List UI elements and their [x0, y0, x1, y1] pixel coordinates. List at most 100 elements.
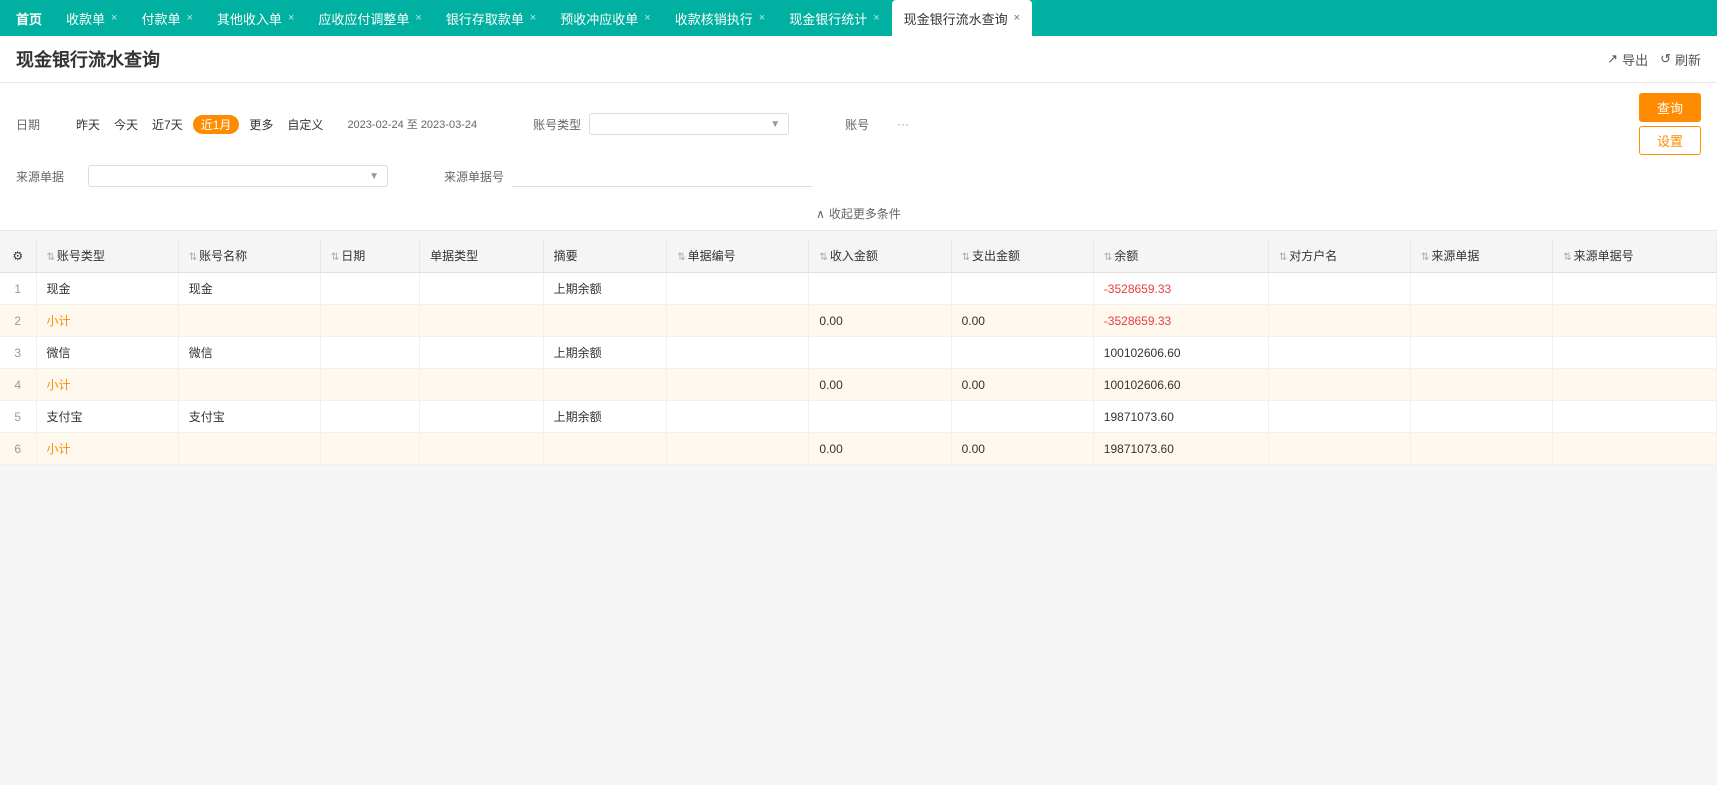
cell-balance: 100102606.60 [1093, 337, 1268, 369]
nav-tab-付款单[interactable]: 付款单× [129, 0, 204, 36]
sort-icon-source_doc_no: ⇅ [1563, 252, 1571, 263]
tab-label: 现金银行统计 [789, 9, 867, 28]
cell-source_doc [1411, 273, 1553, 305]
query-button[interactable]: 查询 [1639, 93, 1701, 122]
cell-summary: 上期余额 [543, 337, 667, 369]
col-source_doc_no[interactable]: ⇅来源单据号 [1553, 239, 1717, 273]
tab-label: 应收应付调整单 [318, 9, 409, 28]
cell-expense: 0.00 [951, 305, 1093, 337]
collapse-icon: ∧ [816, 207, 825, 221]
col-settings: ⚙ [0, 239, 36, 273]
cell-account_name: 现金 [178, 273, 320, 305]
export-label: 导出 [1622, 50, 1648, 69]
tab-label: 现金银行流水查询 [904, 9, 1008, 28]
nav-tab-应收应付调整单[interactable]: 应收应付调整单 × [306, 0, 433, 36]
account-type-arrow-icon: ▼ [770, 119, 780, 130]
col-expense[interactable]: ⇅支出金额 [951, 239, 1093, 273]
account-dots[interactable]: ··· [893, 117, 913, 131]
nav-tab-银行存取款单[interactable]: 银行存取款单× [434, 0, 548, 36]
cell-account_name [178, 369, 320, 401]
tab-close-icon[interactable]: × [644, 12, 650, 24]
refresh-button[interactable]: ↺ 刷新 [1660, 50, 1701, 69]
cell-counterparty [1268, 273, 1410, 305]
cell-account_type: 现金 [36, 273, 178, 305]
cell-date [320, 337, 419, 369]
cell-counterparty [1268, 369, 1410, 401]
date-shortcut-近7天[interactable]: 近7天 [148, 115, 187, 134]
nav-tab-收款单[interactable]: 收款单× [54, 0, 129, 36]
source-doc-label: 来源单据 [16, 168, 72, 185]
cell-account_type: 支付宝 [36, 401, 178, 433]
cell-doc_type [420, 305, 544, 337]
col-doc_type: 单据类型 [420, 239, 544, 273]
source-doc-no-input[interactable] [512, 165, 812, 187]
col-source_doc[interactable]: ⇅来源单据 [1411, 239, 1553, 273]
filter-area: 日期 昨天今天近7天近1月更多自定义 2023-02-24 至 2023-03-… [0, 83, 1717, 231]
table-container: ⚙⇅账号类型⇅账号名称⇅日期单据类型摘要⇅单据编号⇅收入金额⇅支出金额⇅余额⇅对… [0, 239, 1717, 465]
export-button[interactable]: ↗ 导出 [1607, 50, 1648, 69]
cell-index: 3 [0, 337, 36, 369]
date-shortcut-自定义[interactable]: 自定义 [283, 115, 327, 134]
nav-tab-现金银行统计[interactable]: 现金银行统计 × [777, 0, 891, 36]
account-label: 账号 [845, 116, 885, 133]
tab-close-icon[interactable]: × [759, 12, 765, 24]
col-account_name[interactable]: ⇅账号名称 [178, 239, 320, 273]
table-row: 3微信微信上期余额100102606.60 [0, 337, 1717, 369]
refresh-label: 刷新 [1675, 50, 1701, 69]
cell-balance: 19871073.60 [1093, 433, 1268, 465]
tab-label: 预收冲应收单 [560, 9, 638, 28]
cell-source_doc_no [1553, 401, 1717, 433]
cell-account_name [178, 305, 320, 337]
cell-source_doc_no [1553, 337, 1717, 369]
tab-close-icon[interactable]: × [111, 12, 117, 24]
tab-close-icon[interactable]: × [873, 12, 879, 24]
cell-doc_no [667, 305, 809, 337]
nav-home[interactable]: 首页 [4, 0, 54, 36]
account-type-select[interactable]: ▼ [589, 113, 789, 135]
date-shortcut-昨天[interactable]: 昨天 [72, 115, 104, 134]
col-doc_no[interactable]: ⇅单据编号 [667, 239, 809, 273]
cell-doc_type [420, 401, 544, 433]
tab-close-icon[interactable]: × [186, 12, 192, 24]
settings-button[interactable]: 设置 [1639, 126, 1701, 155]
cell-counterparty [1268, 433, 1410, 465]
cell-income [809, 273, 951, 305]
cell-account_name: 支付宝 [178, 401, 320, 433]
cell-source_doc_no [1553, 273, 1717, 305]
nav-home-label: 首页 [16, 9, 42, 28]
col-income[interactable]: ⇅收入金额 [809, 239, 951, 273]
sort-icon-income: ⇅ [819, 252, 827, 263]
tab-close-icon[interactable]: × [530, 12, 536, 24]
col-summary: 摘要 [543, 239, 667, 273]
date-shortcut-更多[interactable]: 更多 [245, 115, 277, 134]
col-date[interactable]: ⇅日期 [320, 239, 419, 273]
cell-account_type: 微信 [36, 337, 178, 369]
cell-summary [543, 369, 667, 401]
tab-close-icon[interactable]: × [288, 12, 294, 24]
sort-icon-balance: ⇅ [1104, 252, 1112, 263]
nav-tab-收款核销执行[interactable]: 收款核销执行× [663, 0, 777, 36]
nav-tab-预收冲应收单[interactable]: 预收冲应收单 × [548, 0, 662, 36]
source-doc-select[interactable]: ▼ [88, 165, 388, 187]
date-shortcut-近1月[interactable]: 近1月 [193, 115, 240, 134]
tab-close-icon[interactable]: × [1014, 12, 1020, 24]
col-balance[interactable]: ⇅余额 [1093, 239, 1268, 273]
tab-close-icon[interactable]: × [415, 12, 421, 24]
cell-expense: 0.00 [951, 369, 1093, 401]
filter-row-2: 来源单据 ▼ 来源单据号 [16, 165, 1701, 191]
cell-expense [951, 337, 1093, 369]
main-table: ⚙⇅账号类型⇅账号名称⇅日期单据类型摘要⇅单据编号⇅收入金额⇅支出金额⇅余额⇅对… [0, 239, 1717, 465]
nav-tab-其他收入单[interactable]: 其他收入单× [205, 0, 306, 36]
sort-icon-account_type: ⇅ [47, 252, 55, 263]
cell-balance: 19871073.60 [1093, 401, 1268, 433]
col-counterparty[interactable]: ⇅对方户名 [1268, 239, 1410, 273]
cell-index: 4 [0, 369, 36, 401]
table-row: 4小计0.000.00100102606.60 [0, 369, 1717, 401]
date-shortcut-今天[interactable]: 今天 [110, 115, 142, 134]
collapse-bar[interactable]: ∧ 收起更多条件 [16, 201, 1701, 230]
col-account_type[interactable]: ⇅账号类型 [36, 239, 178, 273]
nav-tab-现金银行流水查询[interactable]: 现金银行流水查询 × [892, 0, 1032, 36]
cell-account_type: 小计 [36, 369, 178, 401]
cell-date [320, 369, 419, 401]
cell-doc_type [420, 337, 544, 369]
